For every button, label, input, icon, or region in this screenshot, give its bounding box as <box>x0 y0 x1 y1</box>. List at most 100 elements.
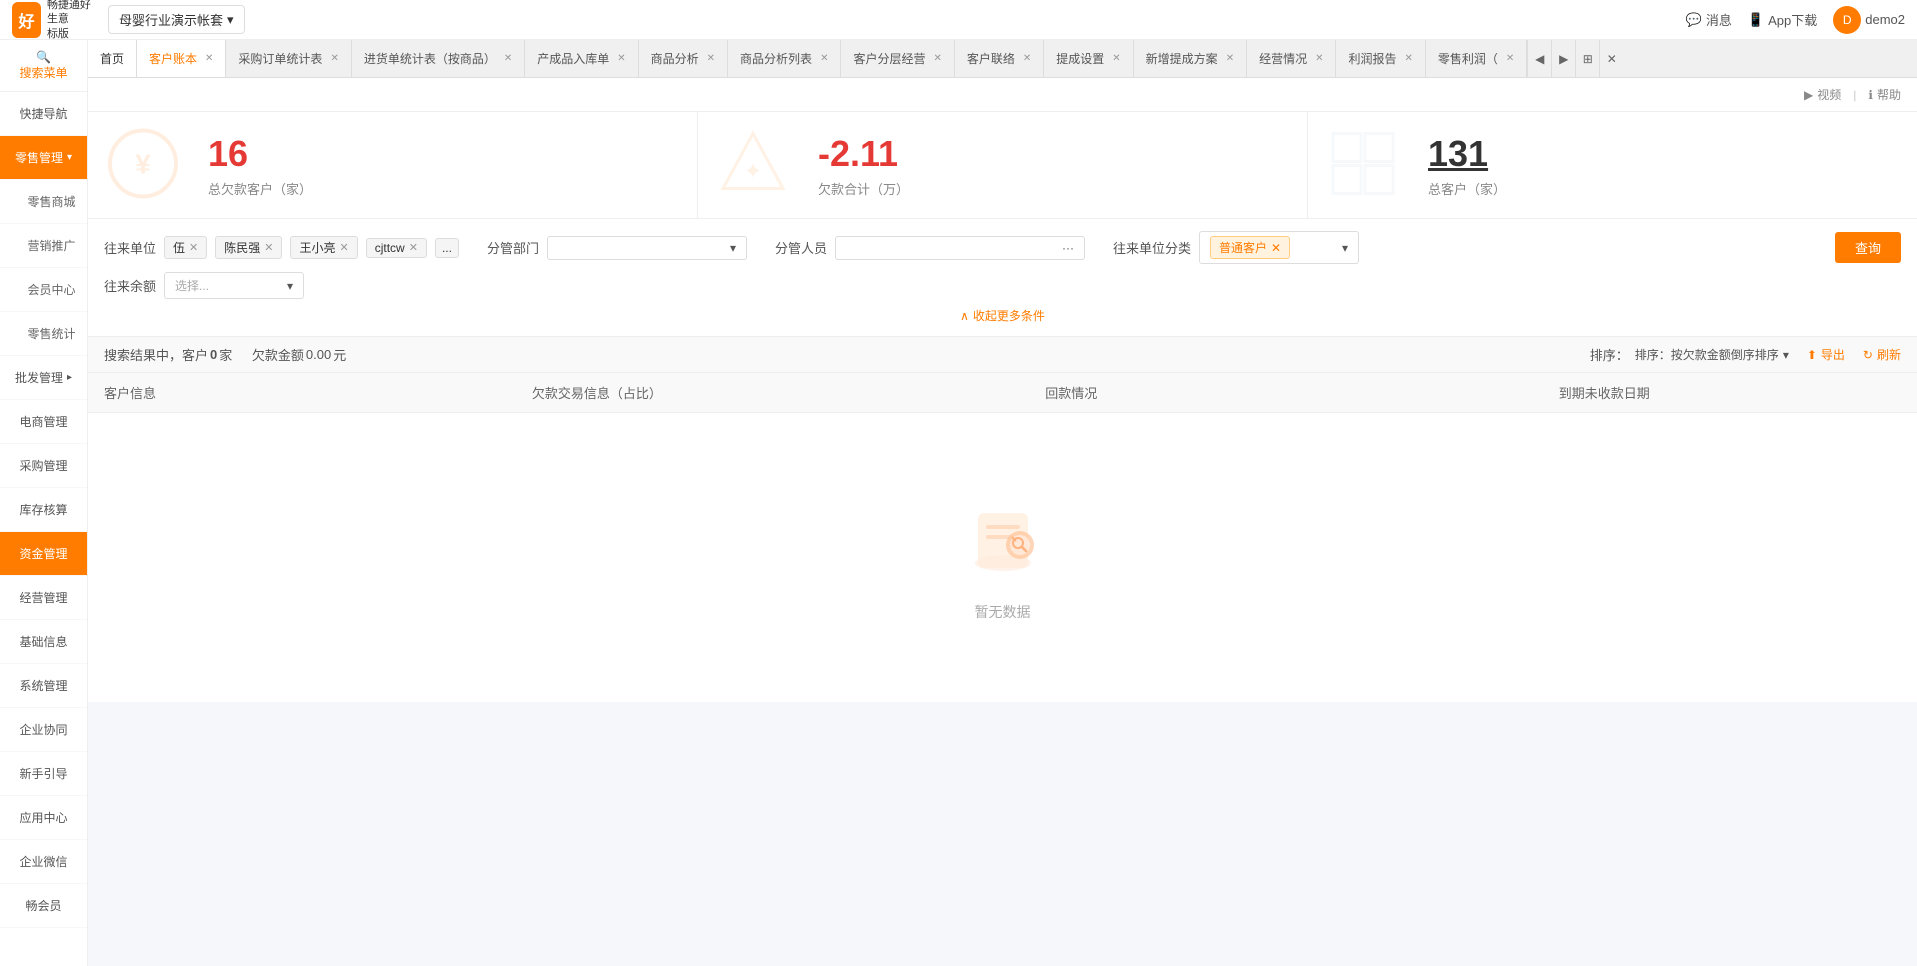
filter-tag-cjttcw[interactable]: cjttcw ✕ <box>366 238 427 258</box>
collapse-button[interactable]: ∧ 收起更多条件 <box>960 307 1045 324</box>
debt-amount: 0.00 <box>306 347 331 362</box>
sidebar-item-member-center[interactable]: 会员中心 <box>0 268 87 312</box>
stat-total-customers-number: 131 <box>1428 132 1506 175</box>
stat-debt-customers-label: 总欠款客户（家） <box>208 179 312 198</box>
help-button[interactable]: ℹ 帮助 <box>1868 86 1901 103</box>
svg-text:¥: ¥ <box>135 149 151 180</box>
tab-close-icon[interactable]: ✕ <box>1023 53 1031 64</box>
help-icon: ℹ <box>1868 88 1873 102</box>
sidebar-search[interactable]: 🔍 搜索菜单 <box>0 40 87 92</box>
sidebar-item-enterprise-coop[interactable]: 企业协同 <box>0 708 87 752</box>
refresh-button[interactable]: ↻ 刷新 <box>1863 346 1901 363</box>
tab-product-analysis-list[interactable]: 商品分析列表 ✕ <box>728 40 841 78</box>
tab-close-icon[interactable]: ✕ <box>1506 53 1514 64</box>
message-icon: 💬 <box>1686 12 1702 28</box>
tab-product-analysis[interactable]: 商品分析 ✕ <box>639 40 728 78</box>
tag-close-icon[interactable]: ✕ <box>409 241 418 254</box>
sidebar-item-wholesale-mgmt[interactable]: 批发管理 ▸ <box>0 356 87 400</box>
tab-inbound-stat[interactable]: 进货单统计表（按商品） ✕ <box>352 40 525 78</box>
tab-new-raise-plan[interactable]: 新增提成方案 ✕ <box>1134 40 1247 78</box>
tab-scroll-left[interactable]: ◀ <box>1527 40 1551 78</box>
stat-debt-customers-number: 16 <box>208 132 312 175</box>
remainder-select[interactable]: 选择... ▾ <box>164 272 304 299</box>
sidebar-item-operation-mgmt[interactable]: 经营管理 <box>0 576 87 620</box>
user-menu[interactable]: D demo2 <box>1833 6 1905 34</box>
person-filter-label: 分管人员 <box>775 238 827 257</box>
main-content: ▶ 视频 | ℹ 帮助 <box>88 78 1917 966</box>
tag-close-icon[interactable]: ✕ <box>189 241 198 254</box>
result-prefix: 搜索结果中，客户 <box>104 345 208 364</box>
app-download-button[interactable]: 📱 App下载 <box>1748 10 1817 29</box>
page-actions: ▶ 视频 | ℹ 帮助 <box>88 78 1917 112</box>
sidebar-item-enterprise-wechat[interactable]: 企业微信 <box>0 840 87 884</box>
empty-state: 暂无数据 <box>88 413 1917 702</box>
filter-tag-wu[interactable]: 伍 ✕ <box>164 236 207 259</box>
tab-close-icon[interactable]: ✕ <box>820 53 828 64</box>
tab-close-all[interactable]: ✕ <box>1599 40 1623 78</box>
sidebar-item-new-user-guide[interactable]: 新手引导 <box>0 752 87 796</box>
sidebar-item-app-center[interactable]: 应用中心 <box>0 796 87 840</box>
tab-scroll-right[interactable]: ▶ <box>1551 40 1575 78</box>
video-button[interactable]: ▶ 视频 <box>1804 86 1841 103</box>
tab-close-icon[interactable]: ✕ <box>1405 53 1413 64</box>
export-icon: ⬆ <box>1807 348 1817 362</box>
tab-close-icon[interactable]: ✕ <box>1226 53 1234 64</box>
col-header-debt: 欠款交易信息（占比） <box>532 383 1045 402</box>
tab-operation[interactable]: 经营情况 ✕ <box>1247 40 1336 78</box>
sidebar-item-retail-mall[interactable]: 零售商城 <box>0 180 87 224</box>
sidebar-item-quick-nav[interactable]: 快捷导航 <box>0 92 87 136</box>
person-select[interactable]: ··· <box>835 236 1085 260</box>
filter-row-2: 往来余额 选择... ▾ <box>104 272 1901 299</box>
tab-purchase-order[interactable]: 采购订单统计表 ✕ <box>226 40 351 78</box>
unit-type-select[interactable]: 普通客户 ✕ ▾ <box>1199 231 1359 264</box>
export-button[interactable]: ⬆ 导出 <box>1807 346 1845 363</box>
chevron-down-icon: ▾ <box>730 241 736 255</box>
sidebar-item-marketing[interactable]: 营销推广 <box>0 224 87 268</box>
tag-close-icon[interactable]: ✕ <box>340 241 349 254</box>
tab-customer-segment[interactable]: 客户分层经营 ✕ <box>841 40 954 78</box>
logo: 好 畅捷通好生意 标版 <box>12 0 100 41</box>
account-selector[interactable]: 母婴行业演示帐套 ▾ <box>108 5 245 34</box>
tag-close-icon[interactable]: ✕ <box>264 241 273 254</box>
tab-bar: 首页 客户账本 ✕ 采购订单统计表 ✕ 进货单统计表（按商品） ✕ 产成品入库单… <box>88 40 1917 78</box>
sidebar-item-vip-member[interactable]: 畅会员 <box>0 884 87 928</box>
stat-total-customers-label: 总客户（家） <box>1428 179 1506 198</box>
tab-customer-contact[interactable]: 客户联络 ✕ <box>955 40 1044 78</box>
tag-close-icon[interactable]: ✕ <box>1271 241 1281 255</box>
chevron-down-icon: ▾ <box>1783 348 1789 362</box>
sidebar-item-capital-mgmt[interactable]: 资金管理 <box>0 532 87 576</box>
tab-expand[interactable]: ⊞ <box>1575 40 1599 78</box>
filter-tag-chen[interactable]: 陈民强 ✕ <box>215 236 282 259</box>
tab-profit-report[interactable]: 利润报告 ✕ <box>1336 40 1425 78</box>
tab-raise-settings[interactable]: 提成设置 ✕ <box>1044 40 1133 78</box>
tab-close-icon[interactable]: ✕ <box>1112 53 1120 64</box>
tab-close-icon[interactable]: ✕ <box>504 53 512 64</box>
tab-home[interactable]: 首页 <box>88 40 137 78</box>
tab-customer-account[interactable]: 客户账本 ✕ <box>137 40 226 78</box>
customer-count: 0 <box>210 347 217 362</box>
stat-debt-amount-label: 欠款合计（万） <box>818 179 909 198</box>
sidebar-item-retail-stats[interactable]: 零售统计 <box>0 312 87 356</box>
more-tags-button[interactable]: ... <box>435 238 459 258</box>
tab-product-inbound[interactable]: 产成品入库单 ✕ <box>525 40 638 78</box>
sidebar-item-retail-mgmt[interactable]: 零售管理 ▾ <box>0 136 87 180</box>
tab-close-icon[interactable]: ✕ <box>205 53 213 64</box>
message-button[interactable]: 💬 消息 <box>1686 10 1732 29</box>
dept-select[interactable]: ▾ <box>547 236 747 260</box>
tab-close-icon[interactable]: ✕ <box>617 53 625 64</box>
sidebar-item-system-mgmt[interactable]: 系统管理 <box>0 664 87 708</box>
sort-select[interactable]: 排序：按欠款金额倒序排序 ▾ <box>1635 346 1789 363</box>
query-button[interactable]: 查询 <box>1835 232 1901 263</box>
tab-close-icon[interactable]: ✕ <box>1315 53 1323 64</box>
tab-retail-profit[interactable]: 零售利润（ ✕ <box>1426 40 1527 78</box>
sidebar-item-ecommerce-mgmt[interactable]: 电商管理 <box>0 400 87 444</box>
result-bar: 搜索结果中，客户 0 家 欠款金额 0.00 元 排序： 排序：按欠款金额倒序排… <box>88 337 1917 373</box>
col-header-repay: 回款情况 <box>1045 383 1558 402</box>
tab-close-icon[interactable]: ✕ <box>933 53 941 64</box>
filter-tag-wang[interactable]: 王小亮 ✕ <box>290 236 357 259</box>
sidebar-item-basic-info[interactable]: 基础信息 <box>0 620 87 664</box>
sidebar-item-purchase-mgmt[interactable]: 采购管理 <box>0 444 87 488</box>
sidebar-item-inventory-check[interactable]: 库存核算 <box>0 488 87 532</box>
tab-close-icon[interactable]: ✕ <box>707 53 715 64</box>
tab-close-icon[interactable]: ✕ <box>330 53 338 64</box>
